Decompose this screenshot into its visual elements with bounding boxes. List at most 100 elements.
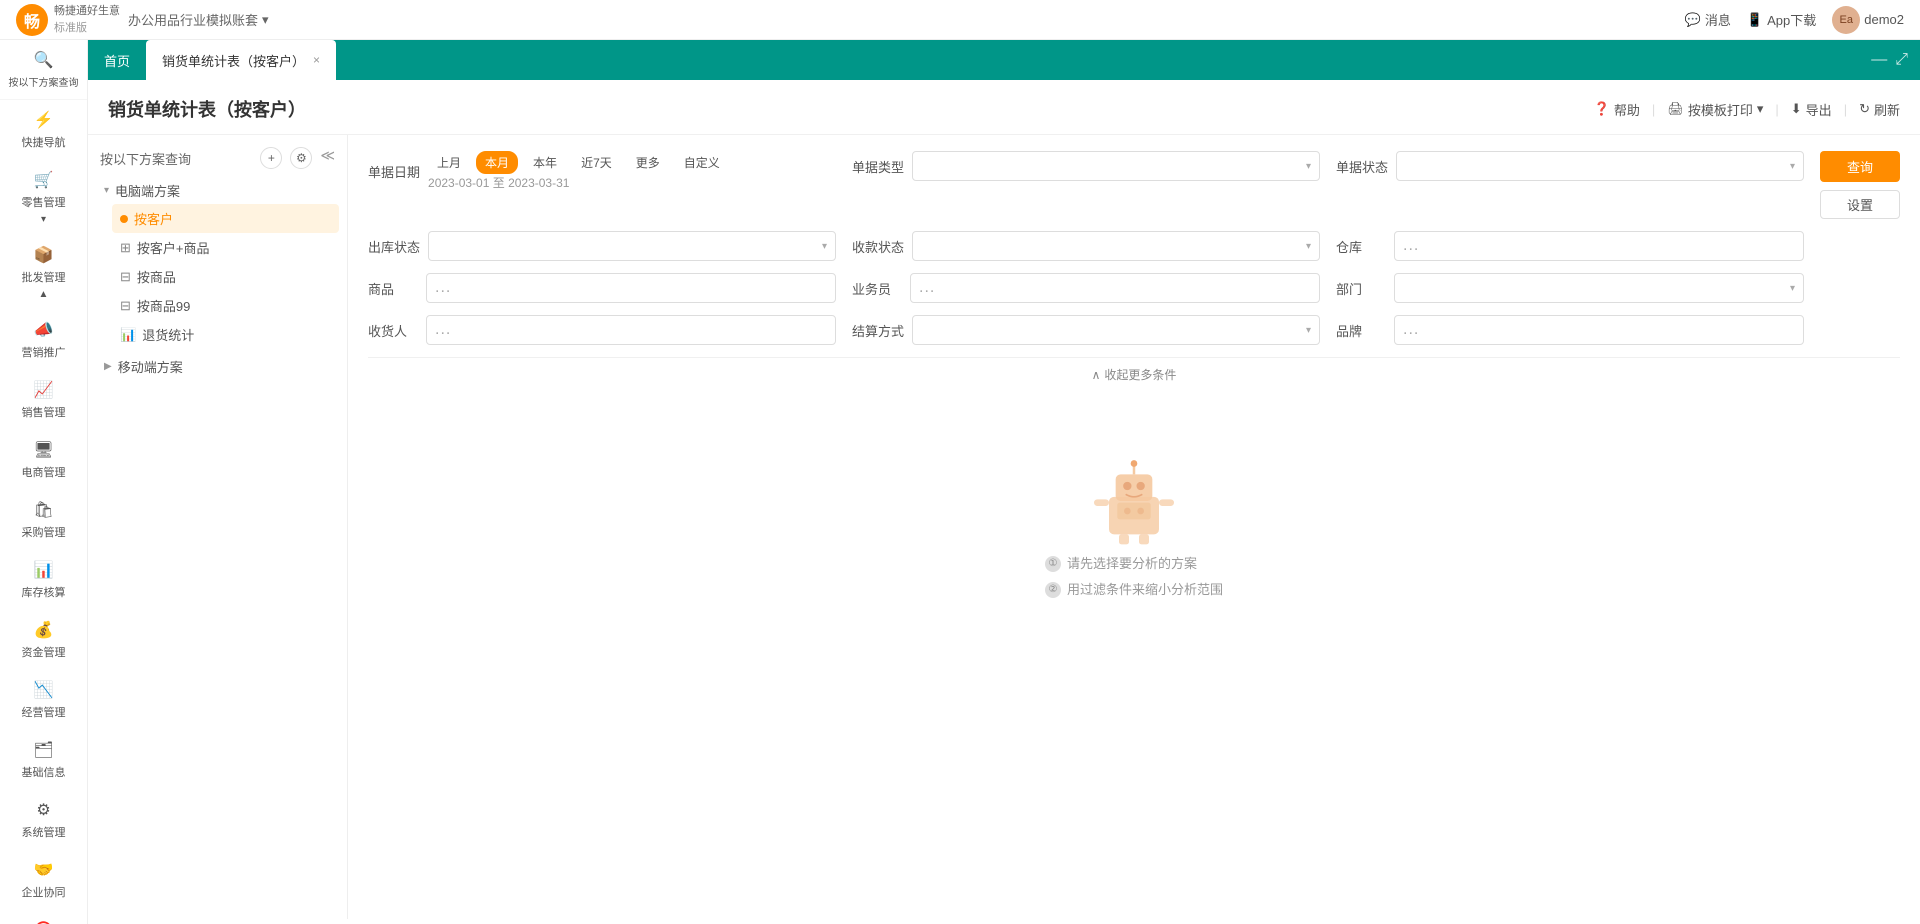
app-title[interactable]: 办公用品行业模拟账套 ▾ bbox=[128, 10, 269, 29]
search-icon: 🔍 bbox=[34, 50, 54, 70]
top-bar-left: 畅 畅捷通好生意 标准版 办公用品行业模拟账套 ▾ bbox=[16, 4, 269, 36]
tree-child-customer-goods[interactable]: ⊞ 按客户+商品 bbox=[112, 233, 339, 262]
avatar: Ea bbox=[1832, 6, 1860, 34]
date-btn-7days[interactable]: 近7天 bbox=[572, 151, 621, 174]
sidebar-item-pifaguanli[interactable]: 📦 批发管理 ▲ bbox=[0, 235, 87, 310]
dept-select[interactable]: ▾ bbox=[1394, 273, 1804, 303]
date-btn-last-month[interactable]: 上月 bbox=[428, 151, 470, 174]
filter-brand: 品牌 ... bbox=[1336, 315, 1804, 345]
goods-select[interactable]: ... bbox=[426, 273, 836, 303]
sidebar-search[interactable]: 🔍 按以下方案查询 bbox=[0, 40, 87, 99]
tree-child-by-customer[interactable]: 按客户 bbox=[112, 204, 339, 233]
nav-arrow-lingshouguli: ▾ bbox=[41, 214, 46, 225]
date-btn-this-year[interactable]: 本年 bbox=[524, 151, 566, 174]
sidebar-item-lingshouguli[interactable]: 🛒 零售管理 ▾ bbox=[0, 160, 87, 235]
filter-staff: 业务员 ... bbox=[852, 273, 1320, 303]
setting-button[interactable]: 设置 bbox=[1820, 190, 1900, 219]
tab-active[interactable]: 销货单统计表（按客户） × bbox=[146, 40, 336, 80]
sidebar-item-kucunhesuan[interactable]: 📊 库存核算 bbox=[0, 550, 87, 610]
filter-doc-status: 单据状态 ▾ bbox=[1336, 151, 1804, 181]
refresh-btn[interactable]: ↻ 刷新 bbox=[1859, 100, 1900, 119]
nav-icon-xiaoshouguanli: 📈 bbox=[34, 380, 54, 400]
app-download-btn[interactable]: 📱 App下载 bbox=[1747, 10, 1816, 29]
two-col-layout: 按以下方案查询 + ⚙ ≪ ▾ 电脑端方案 bbox=[88, 135, 1920, 919]
sidebar-item-yingxiaotuiguang[interactable]: 📣 营销推广 bbox=[0, 310, 87, 370]
doc-status-control: ▾ bbox=[1396, 151, 1804, 181]
collapse-left-btn[interactable]: ≪ bbox=[320, 147, 335, 169]
outbound-select[interactable]: ▾ bbox=[428, 231, 836, 261]
sidebar-item-qiyexietong[interactable]: 🤝 企业协同 bbox=[0, 850, 87, 910]
nav-icon-pifaguanli: 📦 bbox=[34, 245, 54, 265]
recipient-select[interactable]: ... bbox=[426, 315, 836, 345]
query-btn-group: 查询 设置 bbox=[1820, 151, 1900, 219]
date-btn-custom[interactable]: 自定义 bbox=[675, 151, 729, 174]
sidebar-item-xinshouyindao[interactable]: 🎯 新手引导 bbox=[0, 910, 87, 924]
warehouse-select[interactable]: ... bbox=[1394, 231, 1804, 261]
doc-status-select[interactable]: ▾ bbox=[1396, 151, 1804, 181]
tree-section-desktop[interactable]: ▾ 电脑端方案 bbox=[96, 177, 339, 204]
tab-minimize-btn[interactable]: — bbox=[1871, 51, 1887, 69]
nav-icon-qiyexietong: 🤝 bbox=[34, 860, 54, 880]
warehouse-label: 仓库 bbox=[1336, 237, 1386, 256]
sidebar-item-dianshanguanli[interactable]: 🖥 电商管理 bbox=[0, 430, 87, 490]
page-content: 销货单统计表（按客户） ❓ 帮助 | 🖨 按模板打印 ▾ | bbox=[88, 80, 1920, 924]
nav-icon-xitonguanli: ⚙ bbox=[36, 800, 50, 820]
sidebar-item-caigouguanli[interactable]: 🛍 采购管理 bbox=[0, 490, 87, 550]
collapse-filter-bar[interactable]: ∧ 收起更多条件 bbox=[368, 357, 1900, 391]
tree-child-goods99[interactable]: ⊟ 按商品99 bbox=[112, 291, 339, 320]
settings-scheme-btn[interactable]: ⚙ bbox=[290, 147, 312, 169]
date-label: 单据日期 bbox=[368, 162, 420, 181]
sidebar-item-kuaisudaohang[interactable]: ⚡ 快捷导航 bbox=[0, 100, 87, 160]
message-btn[interactable]: 💬 消息 bbox=[1685, 10, 1731, 29]
left-panel-header: 按以下方案查询 + ⚙ ≪ bbox=[96, 147, 339, 169]
left-panel-icons: + ⚙ ≪ bbox=[260, 147, 335, 169]
filter-outbound: 出库状态 ▾ bbox=[368, 231, 836, 261]
page-actions: ❓ 帮助 | 🖨 按模板打印 ▾ | ⬇ 导出 bbox=[1594, 100, 1900, 119]
payment-select[interactable]: ▾ bbox=[912, 315, 1320, 345]
query-button[interactable]: 查询 bbox=[1820, 151, 1900, 182]
add-scheme-btn[interactable]: + bbox=[260, 147, 282, 169]
filter-date: 单据日期 上月 本月 本年 近7天 更多 自定义 bbox=[368, 151, 836, 191]
nav-icon-caigouguanli: 🛍 bbox=[33, 500, 53, 520]
nav-icon-jichuxinxi: 🗂 bbox=[33, 740, 53, 760]
message-icon: 💬 bbox=[1685, 12, 1701, 28]
brand-dots: ... bbox=[1403, 321, 1419, 339]
date-btn-this-month[interactable]: 本月 bbox=[476, 151, 518, 174]
nav-icon-yingxiaotuiguang: 📣 bbox=[34, 320, 54, 340]
tree-section-mobile[interactable]: ▶ 移动端方案 bbox=[96, 353, 339, 380]
doc-type-control: ▾ bbox=[912, 151, 1320, 181]
sidebar-item-xiaoshouguanli[interactable]: 📈 销售管理 bbox=[0, 370, 87, 430]
sidebar-item-jingyingguanli[interactable]: 📉 经营管理 bbox=[0, 670, 87, 730]
staff-select[interactable]: ... bbox=[910, 273, 1320, 303]
tree-child-return-stat[interactable]: 📊 退货统计 bbox=[112, 320, 339, 349]
user-menu[interactable]: Ea demo2 bbox=[1832, 6, 1904, 34]
doc-type-select[interactable]: ▾ bbox=[912, 151, 1320, 181]
help-btn[interactable]: ❓ 帮助 bbox=[1594, 100, 1640, 119]
help-icon: ❓ bbox=[1594, 101, 1610, 117]
sidebar-item-zijinguanli[interactable]: 💰 资金管理 bbox=[0, 610, 87, 670]
tab-maximize-btn[interactable]: ⤢ bbox=[1895, 51, 1908, 69]
tab-home[interactable]: 首页 bbox=[88, 40, 146, 80]
outbound-control: ▾ bbox=[428, 231, 836, 261]
sidebar-item-jichuxinxi[interactable]: 🗂 基础信息 bbox=[0, 730, 87, 790]
sidebar-item-xitonguanli[interactable]: ⚙ 系统管理 bbox=[0, 790, 87, 850]
brand-select[interactable]: ... bbox=[1394, 315, 1804, 345]
brand-label: 品牌 bbox=[1336, 321, 1386, 340]
print-btn[interactable]: 🖨 按模板打印 ▾ bbox=[1667, 100, 1763, 119]
tree-child-by-goods[interactable]: ⊟ 按商品 bbox=[112, 262, 339, 291]
page-header: 销货单统计表（按客户） ❓ 帮助 | 🖨 按模板打印 ▾ | bbox=[88, 80, 1920, 135]
right-panel: 单据日期 上月 本月 本年 近7天 更多 自定义 bbox=[348, 135, 1920, 919]
recipient-dots: ... bbox=[435, 321, 451, 339]
date-btn-more[interactable]: 更多 bbox=[627, 151, 669, 174]
nav-icon-dianshanguanli: 🖥 bbox=[33, 440, 53, 460]
tab-bar: 首页 销货单统计表（按客户） × — ⤢ bbox=[88, 40, 1920, 80]
export-icon: ⬇ bbox=[1791, 101, 1802, 117]
export-btn[interactable]: ⬇ 导出 bbox=[1791, 100, 1832, 119]
tab-close-btn[interactable]: × bbox=[313, 53, 320, 67]
staff-control: ... bbox=[910, 273, 1320, 303]
receipt-control: ▾ bbox=[912, 231, 1320, 261]
brand-control: ... bbox=[1394, 315, 1804, 345]
filter-recipient: 收货人 ... bbox=[368, 315, 836, 345]
filter-dept: 部门 ▾ bbox=[1336, 273, 1804, 303]
receipt-select[interactable]: ▾ bbox=[912, 231, 1320, 261]
